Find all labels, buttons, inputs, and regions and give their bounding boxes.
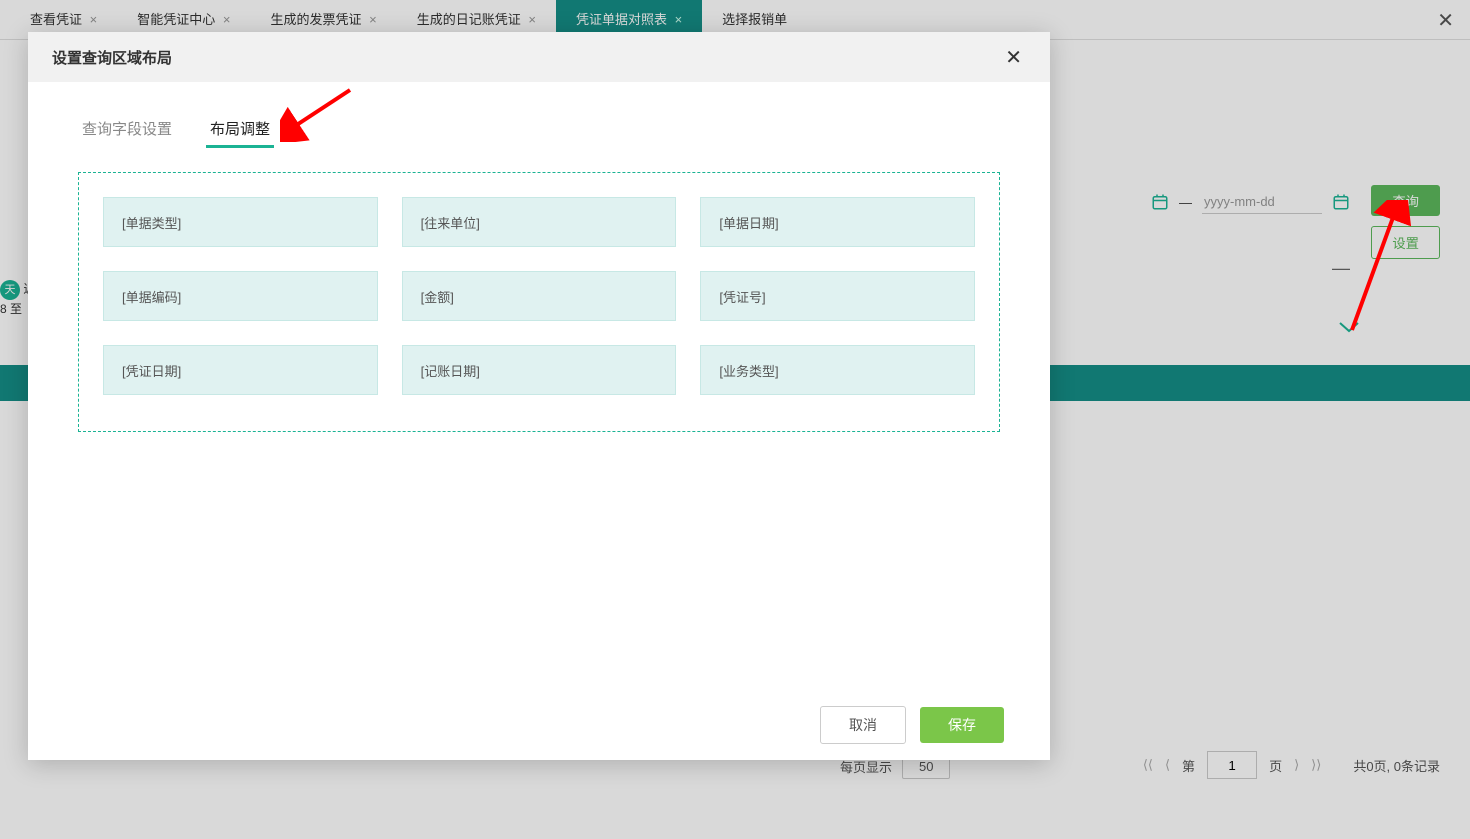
modal-title: 设置查询区域布局 (52, 47, 172, 68)
field-chip-amount[interactable]: [金额] (402, 271, 677, 321)
tab-query-fields[interactable]: 查询字段设置 (78, 112, 176, 148)
modal-footer: 取消 保存 (28, 690, 1050, 760)
field-chip-doc-type[interactable]: [单据类型] (103, 197, 378, 247)
field-chip-partner[interactable]: [往来单位] (402, 197, 677, 247)
close-icon[interactable]: ✕ (1001, 41, 1026, 74)
field-chip-voucher-no[interactable]: [凭证号] (700, 271, 975, 321)
tab-layout-adjust[interactable]: 布局调整 (206, 112, 274, 148)
field-chip-doc-code[interactable]: [单据编码] (103, 271, 378, 321)
layout-drop-area[interactable]: [单据类型] [往来单位] [单据日期] [单据编码] [金额] [凭证号] [… (78, 172, 1000, 432)
layout-settings-modal: 设置查询区域布局 ✕ 查询字段设置 布局调整 [单据类型] [往来单位] [单据… (28, 32, 1050, 760)
field-chip-doc-date[interactable]: [单据日期] (700, 197, 975, 247)
field-chip-posting-date[interactable]: [记账日期] (402, 345, 677, 395)
layout-grid: [单据类型] [往来单位] [单据日期] [单据编码] [金额] [凭证号] [… (103, 197, 975, 395)
modal-tabs: 查询字段设置 布局调整 (78, 112, 1000, 148)
cancel-button[interactable]: 取消 (820, 706, 906, 744)
save-button[interactable]: 保存 (920, 707, 1004, 743)
modal-header: 设置查询区域布局 ✕ (28, 32, 1050, 82)
modal-body: 查询字段设置 布局调整 [单据类型] [往来单位] [单据日期] [单据编码] … (28, 82, 1050, 690)
field-chip-biz-type[interactable]: [业务类型] (700, 345, 975, 395)
field-chip-voucher-date[interactable]: [凭证日期] (103, 345, 378, 395)
